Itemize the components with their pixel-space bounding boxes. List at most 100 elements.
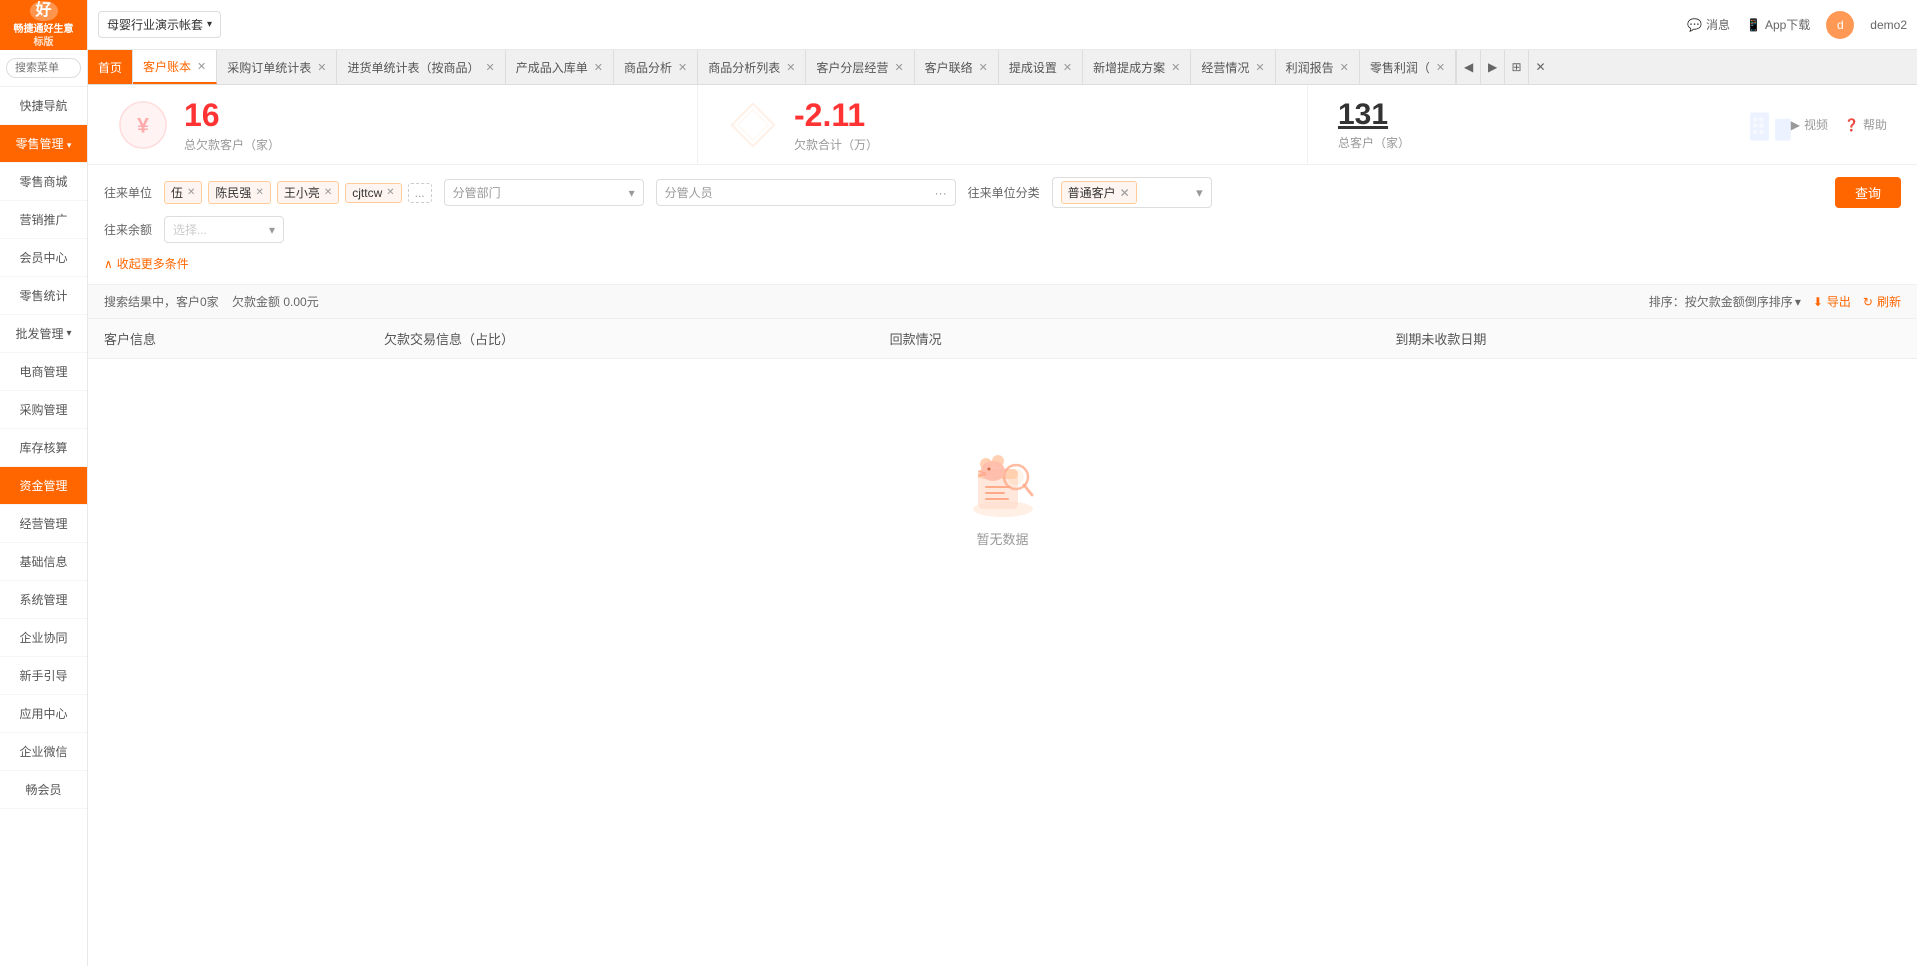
tab-home-label: 首页 — [98, 59, 122, 76]
help-icon: ❓ — [1844, 118, 1859, 132]
refresh-button[interactable]: ↻ 刷新 — [1863, 293, 1901, 310]
dept-label: 分管部门 — [453, 184, 501, 201]
sidebar-item-operations[interactable]: 经营管理 — [0, 505, 87, 543]
sort-button[interactable]: 排序：按欠款金额倒序排序 ▾ — [1649, 293, 1801, 310]
tab-close-new-promotion[interactable]: ✕ — [1171, 61, 1180, 74]
sidebar-item-purchase[interactable]: 采购管理 — [0, 391, 87, 429]
unit-tag-more[interactable]: ... — [408, 183, 432, 203]
tab-retail-profit[interactable]: 零售利润（ ✕ — [1360, 50, 1456, 84]
app-download-btn[interactable]: 📱 App下载 — [1746, 16, 1810, 33]
stat-actions: ▶ 视频 ❓ 帮助 — [1791, 116, 1887, 133]
help-action-btn[interactable]: ❓ 帮助 — [1844, 116, 1887, 133]
tab-close-product-entry[interactable]: ✕ — [594, 61, 603, 74]
stat-icon-total — [1747, 100, 1797, 150]
tab-close-biz-situation[interactable]: ✕ — [1255, 61, 1264, 74]
col-debt-info: 欠款交易信息（占比） — [384, 329, 890, 348]
account-selector[interactable]: 母婴行业演示帐套 ▾ — [98, 11, 221, 38]
export-button[interactable]: ⬇ 导出 — [1813, 293, 1851, 310]
tab-close-profit-report[interactable]: ✕ — [1340, 61, 1349, 74]
sidebar-item-inventory[interactable]: 库存核算 — [0, 429, 87, 467]
stat-info-debt: -2.11 欠款合计（万） — [794, 97, 878, 153]
sidebar-item-app-center[interactable]: 应用中心 — [0, 695, 87, 733]
tab-prev-btn[interactable]: ◀ — [1456, 50, 1480, 84]
main-content: 母婴行业演示帐套 ▾ 💬 消息 📱 App下载 d demo2 首页 客户账本 — [88, 0, 1917, 966]
tab-customer-tier[interactable]: 客户分层经营 ✕ — [806, 50, 914, 84]
building-icon — [1747, 95, 1797, 155]
sidebar-item-finance[interactable]: 资金管理 — [0, 467, 87, 505]
stat-label-customers: 总欠款客户（家） — [184, 136, 280, 153]
tab-next-btn[interactable]: ▶ — [1480, 50, 1504, 84]
sidebar-item-vip-member[interactable]: 畅会员 — [0, 771, 87, 809]
tab-close-all-btn[interactable]: ✕ — [1528, 50, 1552, 84]
sidebar-item-retail-stats[interactable]: 零售统计 — [0, 277, 87, 315]
sidebar-item-basic-info[interactable]: 基础信息 — [0, 543, 87, 581]
tab-promotion-settings-label: 提成设置 — [1009, 59, 1057, 76]
category-dropdown[interactable]: 普通客户 ✕ ▾ — [1052, 177, 1212, 208]
unit-tag-cjttcw-close[interactable]: ✕ — [386, 187, 394, 198]
sidebar-item-ecommerce[interactable]: 电商管理 — [0, 353, 87, 391]
dept-dropdown[interactable]: 分管部门 ▾ — [444, 179, 644, 206]
tab-profit-report[interactable]: 利润报告 ✕ — [1276, 50, 1360, 84]
search-input[interactable] — [6, 58, 81, 78]
sidebar-item-batch-mgmt[interactable]: 批发管理 ▾ — [0, 315, 87, 353]
tab-product-analysis[interactable]: 商品分析 ✕ — [614, 50, 698, 84]
message-btn[interactable]: 💬 消息 — [1687, 16, 1730, 33]
page-area: ¥ 16 总欠款客户（家） -2.11 欠款合计（万 — [88, 85, 1917, 966]
tab-close-promotion-settings[interactable]: ✕ — [1063, 61, 1072, 74]
unit-tag-chen-close[interactable]: ✕ — [255, 187, 263, 198]
tab-promotion-settings[interactable]: 提成设置 ✕ — [999, 50, 1083, 84]
tab-menu-btn[interactable]: ⊞ — [1504, 50, 1528, 84]
tab-customer-account-label: 客户账本 — [143, 58, 191, 75]
unit-tag-wang[interactable]: 王小亮 ✕ — [277, 181, 339, 204]
tab-customer-account[interactable]: 客户账本 ✕ — [133, 50, 217, 84]
sidebar-item-new-guide[interactable]: 新手引导 — [0, 657, 87, 695]
sidebar-item-marketing[interactable]: 营销推广 — [0, 201, 87, 239]
sidebar-item-retail-mall[interactable]: 零售商城 — [0, 163, 87, 201]
avatar[interactable]: d — [1826, 11, 1854, 39]
tab-close-retail-profit[interactable]: ✕ — [1436, 61, 1445, 74]
sidebar-item-member-center[interactable]: 会员中心 — [0, 239, 87, 277]
category-chip-close[interactable]: ✕ — [1120, 186, 1130, 200]
tab-close-customer-tier[interactable]: ✕ — [894, 61, 903, 74]
tab-product-analysis-list[interactable]: 商品分析列表 ✕ — [698, 50, 806, 84]
sidebar-item-sys-mgmt[interactable]: 系统管理 — [0, 581, 87, 619]
category-chip-label: 普通客户 — [1068, 184, 1116, 201]
unit-tag-wu-close[interactable]: ✕ — [187, 187, 195, 198]
app-logo: 好 畅捷通好生意 标版 — [0, 0, 87, 50]
tab-purchase-order[interactable]: 采购订单统计表 ✕ — [217, 50, 337, 84]
remainder-placeholder: 选择... — [173, 221, 207, 238]
topbar-left: 母婴行业演示帐套 ▾ — [98, 11, 221, 38]
tab-product-entry[interactable]: 产成品入库单 ✕ — [506, 50, 614, 84]
unit-tag-cjttcw[interactable]: cjttcw ✕ — [345, 183, 401, 203]
tab-biz-situation[interactable]: 经营情况 ✕ — [1191, 50, 1275, 84]
remainder-dropdown[interactable]: 选择... ▾ — [164, 216, 284, 243]
tab-close-product-analysis-list[interactable]: ✕ — [786, 61, 795, 74]
stat-card-customers: ¥ 16 总欠款客户（家） — [88, 85, 698, 164]
filter-row-1: 往来单位 伍 ✕ 陈民强 ✕ 王小亮 ✕ cjttcw — [104, 177, 1901, 208]
sidebar-item-quick-nav[interactable]: 快捷导航 — [0, 87, 87, 125]
sidebar-item-enterprise-wechat[interactable]: 企业微信 — [0, 733, 87, 771]
tab-close-purchase-order[interactable]: ✕ — [317, 61, 326, 74]
unit-tag-wang-close[interactable]: ✕ — [324, 187, 332, 198]
account-label: 母婴行业演示帐套 — [107, 16, 203, 33]
query-button[interactable]: 查询 — [1835, 177, 1901, 208]
unit-tag-wu[interactable]: 伍 ✕ — [164, 181, 202, 204]
user-initial: d — [1837, 18, 1844, 32]
tab-home[interactable]: 首页 — [88, 50, 133, 84]
tab-close-product-analysis[interactable]: ✕ — [678, 61, 687, 74]
sidebar-item-retail-mgmt[interactable]: 零售管理 ▾ — [0, 125, 87, 163]
collapse-button[interactable]: ∧ 收起更多条件 — [104, 255, 1901, 272]
unit-tag-chen[interactable]: 陈民强 ✕ — [208, 181, 270, 204]
tab-close-customer-contact[interactable]: ✕ — [979, 61, 988, 74]
tab-close-customer-account[interactable]: ✕ — [197, 60, 206, 73]
person-input[interactable]: 分管人员 ··· — [656, 179, 956, 206]
sidebar-item-enterprise-coop[interactable]: 企业协同 — [0, 619, 87, 657]
stat-value-debt: -2.11 — [794, 97, 878, 134]
tab-purchase-stats[interactable]: 进货单统计表（按商品） ✕ — [337, 50, 505, 84]
tab-biz-situation-label: 经营情况 — [1201, 59, 1249, 76]
filter-area: 往来单位 伍 ✕ 陈民强 ✕ 王小亮 ✕ cjttcw — [88, 165, 1917, 285]
tab-customer-contact[interactable]: 客户联络 ✕ — [915, 50, 999, 84]
tab-close-purchase-stats[interactable]: ✕ — [486, 61, 495, 74]
tab-new-promotion[interactable]: 新增提成方案 ✕ — [1083, 50, 1191, 84]
stat-icon-debt — [728, 100, 778, 150]
